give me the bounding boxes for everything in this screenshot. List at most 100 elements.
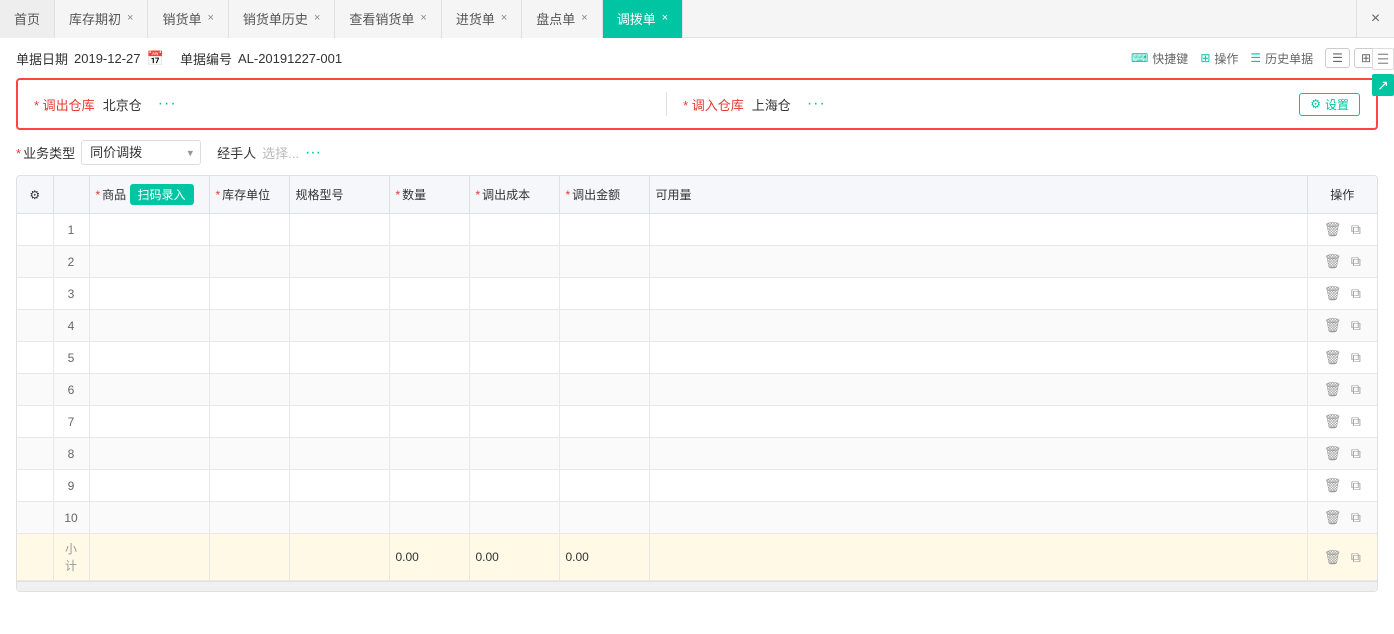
row-amount-cell[interactable] [559, 470, 649, 502]
row-spec-cell[interactable] [289, 246, 389, 278]
copy-icon[interactable]: ⧉ [1351, 445, 1361, 461]
row-cost-cell[interactable] [469, 470, 559, 502]
row-product-cell[interactable] [89, 246, 209, 278]
row-cost-cell[interactable] [469, 438, 559, 470]
close-icon[interactable]: × [314, 13, 320, 24]
sidebar-notes-icon[interactable]: ☰ [1372, 48, 1394, 70]
row-amount-cell[interactable] [559, 342, 649, 374]
row-spec-cell[interactable] [289, 342, 389, 374]
row-amount-cell[interactable] [559, 246, 649, 278]
row-amount-cell[interactable] [559, 374, 649, 406]
to-warehouse-more-button[interactable]: ··· [807, 95, 826, 113]
handler-more-button[interactable]: ··· [305, 144, 321, 162]
delete-icon[interactable]: 🗑 [1324, 509, 1342, 525]
copy-icon[interactable]: ⧉ [1351, 253, 1361, 269]
calendar-icon[interactable]: 📅 [147, 50, 164, 67]
tab-inventory-init[interactable]: 库存期初 × [55, 0, 148, 38]
handler-select[interactable]: 选择... [262, 143, 299, 162]
row-qty-cell[interactable] [389, 406, 469, 438]
copy-icon[interactable]: ⧉ [1351, 549, 1361, 565]
close-icon[interactable]: × [501, 13, 507, 24]
row-amount-cell[interactable] [559, 310, 649, 342]
copy-icon[interactable]: ⧉ [1351, 285, 1361, 301]
row-spec-cell[interactable] [289, 374, 389, 406]
tab-home[interactable]: 首页 [0, 0, 55, 38]
row-spec-cell[interactable] [289, 214, 389, 246]
horizontal-scrollbar[interactable] [17, 581, 1377, 591]
delete-icon[interactable]: 🗑 [1324, 413, 1342, 429]
actions-button[interactable]: ⊞ 操作 [1200, 50, 1238, 67]
tab-purchase[interactable]: 进货单 × [442, 0, 522, 38]
row-unit-cell[interactable] [209, 438, 289, 470]
delete-icon[interactable]: 🗑 [1324, 477, 1342, 493]
row-unit-cell[interactable] [209, 502, 289, 534]
row-qty-cell[interactable] [389, 502, 469, 534]
row-spec-cell[interactable] [289, 470, 389, 502]
row-qty-cell[interactable] [389, 214, 469, 246]
row-unit-cell[interactable] [209, 214, 289, 246]
scan-button[interactable]: 扫码录入 [130, 184, 194, 205]
copy-icon[interactable]: ⧉ [1351, 413, 1361, 429]
delete-icon[interactable]: 🗑 [1324, 381, 1342, 397]
row-amount-cell[interactable] [559, 438, 649, 470]
shortcuts-button[interactable]: ⌨ 快捷键 [1131, 50, 1188, 67]
copy-icon[interactable]: ⧉ [1351, 349, 1361, 365]
row-unit-cell[interactable] [209, 470, 289, 502]
close-icon[interactable]: × [207, 13, 213, 24]
row-qty-cell[interactable] [389, 278, 469, 310]
copy-icon[interactable]: ⧉ [1351, 509, 1361, 525]
tab-inventory-check[interactable]: 盘点单 × [522, 0, 602, 38]
history-button[interactable]: ☰ 历史单据 [1250, 50, 1313, 67]
row-unit-cell[interactable] [209, 406, 289, 438]
close-icon[interactable]: × [581, 13, 587, 24]
copy-icon[interactable]: ⧉ [1351, 381, 1361, 397]
tab-sales-order[interactable]: 销货单 × [148, 0, 228, 38]
window-close-button[interactable]: × [1356, 0, 1394, 38]
row-product-cell[interactable] [89, 406, 209, 438]
delete-icon[interactable]: 🗑 [1324, 349, 1342, 365]
row-cost-cell[interactable] [469, 310, 559, 342]
delete-icon[interactable]: 🗑 [1324, 285, 1342, 301]
sidebar-export-icon[interactable]: ↗ [1372, 74, 1394, 96]
tab-sales-history[interactable]: 销货单历史 × [229, 0, 335, 38]
row-product-cell[interactable] [89, 502, 209, 534]
row-qty-cell[interactable] [389, 470, 469, 502]
tab-transfer[interactable]: 调拨单 × [603, 0, 683, 38]
row-product-cell[interactable] [89, 278, 209, 310]
row-product-cell[interactable] [89, 470, 209, 502]
row-unit-cell[interactable] [209, 246, 289, 278]
row-cost-cell[interactable] [469, 502, 559, 534]
close-icon-transfer[interactable]: × [662, 13, 668, 24]
row-product-cell[interactable] [89, 214, 209, 246]
row-product-cell[interactable] [89, 374, 209, 406]
row-unit-cell[interactable] [209, 278, 289, 310]
row-unit-cell[interactable] [209, 310, 289, 342]
row-qty-cell[interactable] [389, 374, 469, 406]
row-cost-cell[interactable] [469, 278, 559, 310]
row-unit-cell[interactable] [209, 374, 289, 406]
row-spec-cell[interactable] [289, 502, 389, 534]
copy-icon[interactable]: ⧉ [1351, 221, 1361, 237]
delete-icon[interactable]: 🗑 [1324, 253, 1342, 269]
row-cost-cell[interactable] [469, 246, 559, 278]
view-toggle-list[interactable]: ☰ [1325, 48, 1350, 68]
row-qty-cell[interactable] [389, 438, 469, 470]
tab-view-sales[interactable]: 查看销货单 × [335, 0, 441, 38]
row-amount-cell[interactable] [559, 278, 649, 310]
row-qty-cell[interactable] [389, 342, 469, 374]
row-qty-cell[interactable] [389, 246, 469, 278]
row-spec-cell[interactable] [289, 406, 389, 438]
settings-button[interactable]: ⚙ 设置 [1299, 93, 1360, 116]
row-spec-cell[interactable] [289, 438, 389, 470]
row-amount-cell[interactable] [559, 406, 649, 438]
row-product-cell[interactable] [89, 310, 209, 342]
row-amount-cell[interactable] [559, 502, 649, 534]
row-qty-cell[interactable] [389, 310, 469, 342]
row-cost-cell[interactable] [469, 342, 559, 374]
row-unit-cell[interactable] [209, 342, 289, 374]
row-product-cell[interactable] [89, 342, 209, 374]
copy-icon[interactable]: ⧉ [1351, 477, 1361, 493]
delete-icon[interactable]: 🗑 [1324, 549, 1342, 565]
row-cost-cell[interactable] [469, 374, 559, 406]
row-spec-cell[interactable] [289, 310, 389, 342]
